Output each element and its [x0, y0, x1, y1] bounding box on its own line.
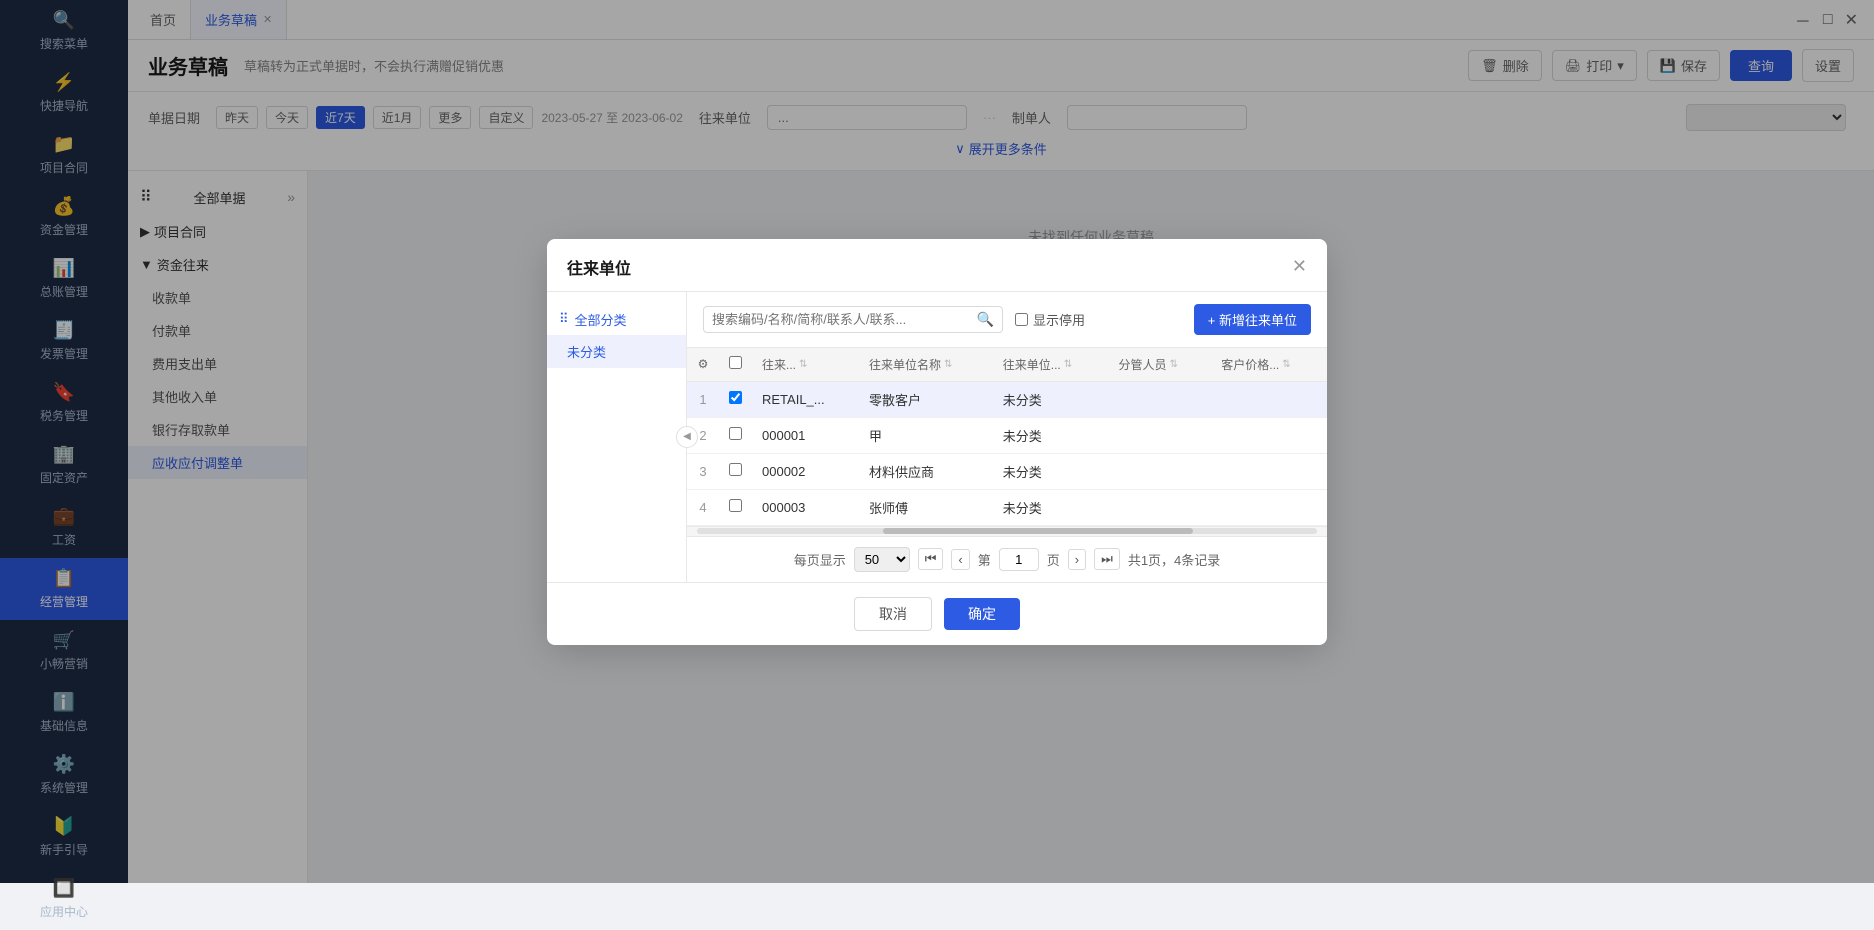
search-input[interactable]: [712, 312, 971, 327]
name-sort[interactable]: 往来单位名称 ⇅: [869, 356, 983, 373]
search-box: 🔍: [703, 306, 1003, 333]
cell-code-4: 000003: [752, 489, 859, 525]
cell-price-4: [1211, 489, 1327, 525]
cell-price-2: [1211, 417, 1327, 453]
cell-manager-4: [1108, 489, 1211, 525]
code-sort-icon: ⇅: [799, 359, 807, 370]
price-sort-icon: ⇅: [1282, 359, 1290, 370]
sidebar-apps-label: 应用中心: [40, 903, 88, 920]
per-page-select[interactable]: 501020100: [854, 547, 910, 572]
per-page-label: 每页显示: [794, 550, 846, 569]
first-page-button[interactable]: ⏮: [918, 548, 944, 570]
cell-check-4[interactable]: [719, 489, 752, 525]
modal-close-button[interactable]: ✕: [1292, 256, 1307, 277]
cell-category-2: 未分类: [993, 417, 1109, 453]
th-name: 往来单位名称 ⇅: [859, 348, 993, 382]
horizontal-scrollbar[interactable]: [687, 526, 1327, 536]
th-checkbox: [719, 348, 752, 382]
cell-manager-3: [1108, 453, 1211, 489]
show-disabled-label: 显示停用: [1033, 310, 1085, 329]
cell-name-3: 材料供应商: [859, 453, 993, 489]
manager-sort-icon: ⇅: [1170, 359, 1178, 370]
search-icon: 🔍: [977, 311, 994, 328]
modal-table: ⚙ 往来... ⇅ 往来单位名: [687, 348, 1327, 526]
show-disabled-checkbox-label[interactable]: 显示停用: [1015, 310, 1085, 329]
select-all-checkbox[interactable]: [729, 356, 742, 369]
counterpart-table: ⚙ 往来... ⇅ 往来单位名: [687, 348, 1327, 526]
cell-name-4: 张师傅: [859, 489, 993, 525]
total-info: 共1页，4条记录: [1128, 550, 1220, 569]
show-disabled-checkbox[interactable]: [1015, 313, 1028, 326]
modal-right-panel: 🔍 显示停用 + 新增往来单位 ⚙: [687, 292, 1327, 582]
manager-sort[interactable]: 分管人员 ⇅: [1118, 356, 1201, 373]
category-header-icon: ⠿: [559, 311, 569, 327]
category-header[interactable]: ⠿ 全部分类: [547, 304, 686, 335]
cell-name-1: 零散客户: [859, 381, 993, 417]
category-sort[interactable]: 往来单位... ⇅: [1003, 356, 1099, 373]
cell-category-3: 未分类: [993, 453, 1109, 489]
th-price: 客户价格... ⇅: [1211, 348, 1327, 382]
modal-footer: 取消 确定: [547, 582, 1327, 645]
table-header-row: ⚙ 往来... ⇅ 往来单位名: [687, 348, 1327, 382]
cell-check-1[interactable]: [719, 381, 752, 417]
cell-name-2: 甲: [859, 417, 993, 453]
cell-manager-2: [1108, 417, 1211, 453]
prev-page-button[interactable]: ‹: [951, 549, 969, 570]
category-item-uncategorized[interactable]: 未分类: [547, 335, 686, 368]
cell-price-3: [1211, 453, 1327, 489]
cancel-button[interactable]: 取消: [854, 597, 932, 631]
cell-code-1: RETAIL_...: [752, 381, 859, 417]
modal-body: ⠿ 全部分类 ◀ 未分类 🔍 显示停用: [547, 292, 1327, 582]
table-row[interactable]: 4 000003 张师傅 未分类: [687, 489, 1327, 525]
cell-num-1: 1: [687, 381, 719, 417]
cell-category-4: 未分类: [993, 489, 1109, 525]
cell-code-3: 000002: [752, 453, 859, 489]
category-header-label: 全部分类: [575, 310, 627, 329]
modal-toolbar: 🔍 显示停用 + 新增往来单位: [687, 292, 1327, 348]
cell-category-1: 未分类: [993, 381, 1109, 417]
next-page-button[interactable]: ›: [1068, 549, 1086, 570]
scrollbar-track: [697, 528, 1317, 534]
price-sort[interactable]: 客户价格... ⇅: [1221, 356, 1317, 373]
cell-check-3[interactable]: [719, 453, 752, 489]
modal-dialog: 往来单位 ✕ ⠿ 全部分类 ◀ 未分类 🔍: [547, 239, 1327, 645]
add-counterpart-button[interactable]: + 新增往来单位: [1194, 304, 1311, 335]
category-sort-icon: ⇅: [1064, 359, 1072, 370]
code-sort[interactable]: 往来... ⇅: [762, 356, 849, 373]
last-page-button[interactable]: ⏭: [1094, 548, 1120, 570]
th-settings: ⚙: [687, 348, 719, 382]
modal-pagination: 每页显示 501020100 ⏮ ‹ 第 页 › ⏭ 共1页，4条记录: [687, 536, 1327, 582]
left-panel-collapse-btn[interactable]: ◀: [676, 426, 698, 448]
modal-left-panel: ⠿ 全部分类 ◀ 未分类: [547, 292, 687, 582]
modal-title: 往来单位: [567, 255, 631, 279]
cell-price-1: [1211, 381, 1327, 417]
th-category: 往来单位... ⇅: [993, 348, 1109, 382]
page-suffix-label: 页: [1047, 550, 1060, 569]
cell-num-3: 3: [687, 453, 719, 489]
table-row[interactable]: 2 000001 甲 未分类: [687, 417, 1327, 453]
table-row[interactable]: 1 RETAIL_... 零散客户 未分类: [687, 381, 1327, 417]
name-sort-icon: ⇅: [944, 359, 952, 370]
table-row[interactable]: 3 000002 材料供应商 未分类: [687, 453, 1327, 489]
page-prefix-label: 第: [978, 550, 991, 569]
cell-manager-1: [1108, 381, 1211, 417]
cell-check-2[interactable]: [719, 417, 752, 453]
th-manager: 分管人员 ⇅: [1108, 348, 1211, 382]
modal-overlay: 往来单位 ✕ ⠿ 全部分类 ◀ 未分类 🔍: [0, 0, 1874, 883]
confirm-button[interactable]: 确定: [944, 598, 1020, 630]
th-code: 往来... ⇅: [752, 348, 859, 382]
cell-num-4: 4: [687, 489, 719, 525]
page-number-input[interactable]: [999, 548, 1039, 571]
modal-header: 往来单位 ✕: [547, 239, 1327, 292]
scrollbar-thumb: [883, 528, 1193, 534]
cell-code-2: 000001: [752, 417, 859, 453]
